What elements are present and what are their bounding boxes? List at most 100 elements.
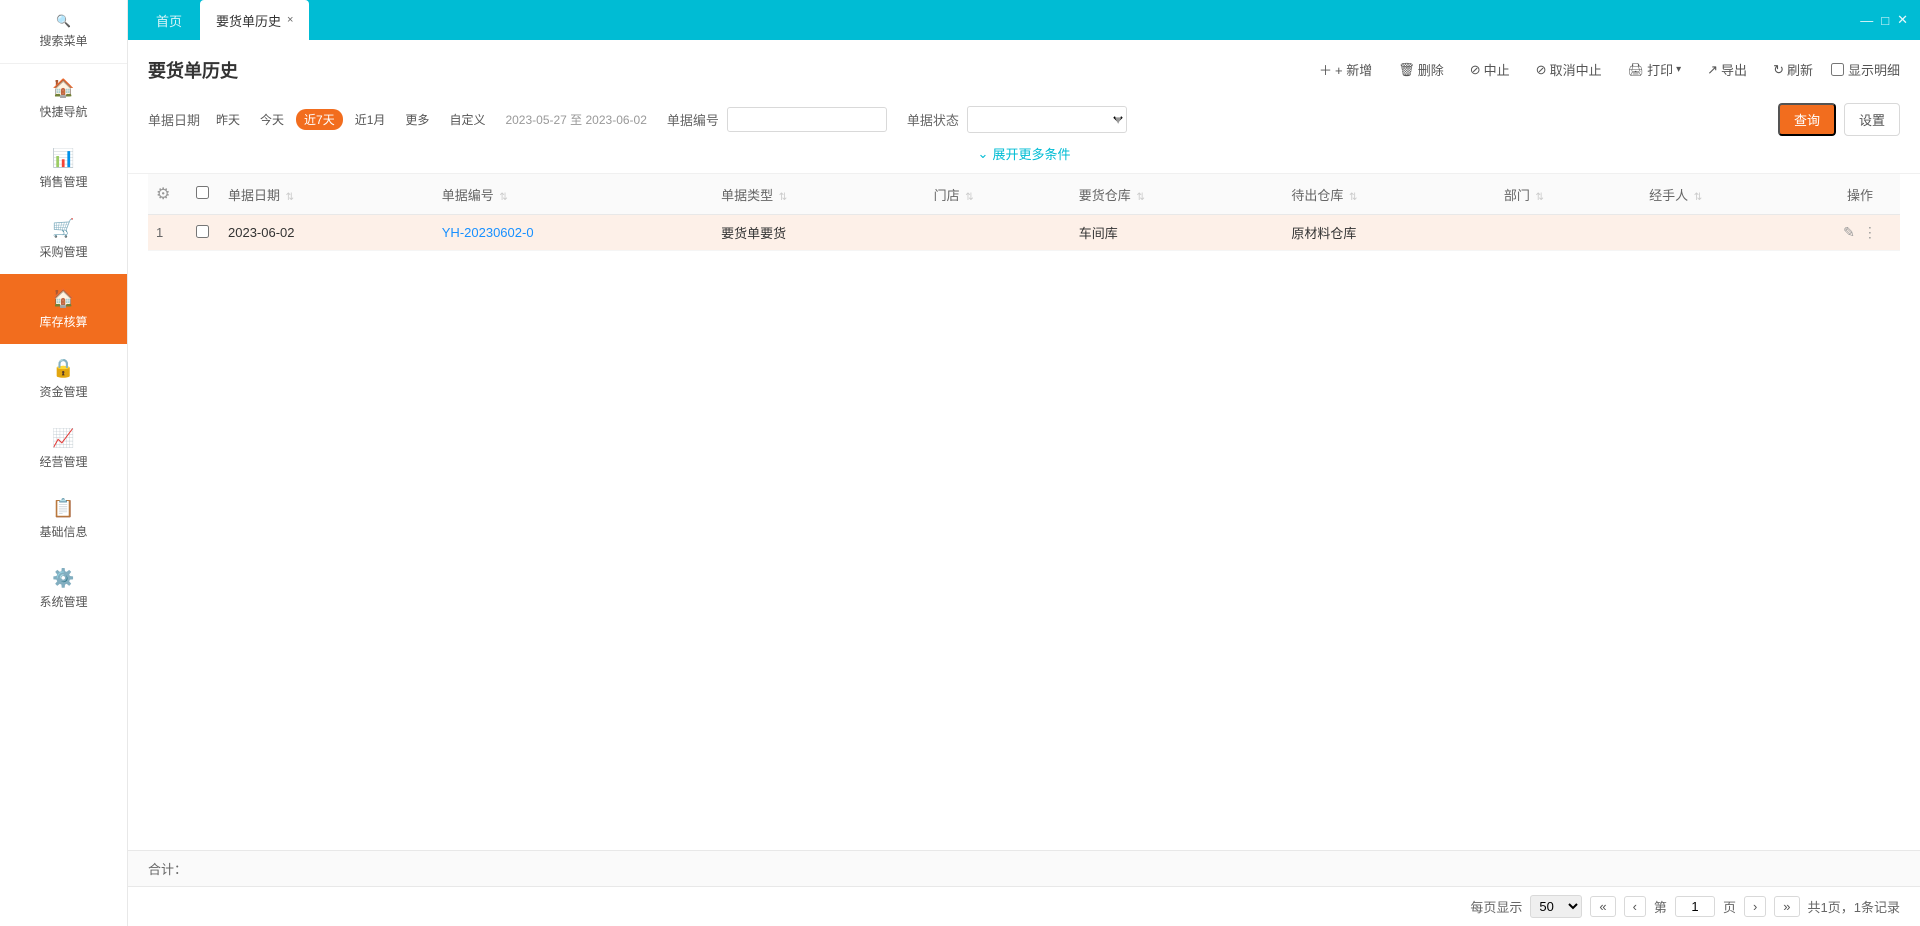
table-settings-icon[interactable]: ⚙ [156, 186, 170, 203]
purchase-icon: 🛒 [52, 218, 74, 239]
next-page-button[interactable]: › [1744, 896, 1766, 917]
th-pending-warehouse[interactable]: 待出仓库 ⇅ [1283, 174, 1496, 215]
th-doc-number[interactable]: 单据编号 ⇅ [434, 174, 713, 215]
date-btn-today[interactable]: 今天 [252, 109, 292, 130]
print-button[interactable]: 🖨 打印 ▾ [1620, 56, 1690, 83]
page-number-input[interactable] [1675, 896, 1715, 917]
export-button[interactable]: ↗ 导出 [1699, 56, 1755, 83]
page-header: 要货单历史 ＋ + 新增 🗑 删除 ⊘ 中止 ⊘ 取消中止 [128, 40, 1920, 93]
operations-icon: 📈 [52, 428, 74, 449]
inventory-icon: 🏠 [52, 288, 74, 309]
window-max-button[interactable]: □ [1881, 13, 1889, 28]
delete-button[interactable]: 🗑 删除 [1390, 56, 1452, 83]
settings-button[interactable]: 设置 [1844, 103, 1900, 136]
doc-number-link[interactable]: YH-20230602-0 [442, 225, 534, 240]
sidebar-search[interactable]: 🔍 搜索菜单 [0, 0, 127, 64]
display-detail-checkbox[interactable] [1831, 63, 1844, 76]
row-checkbox[interactable] [196, 225, 209, 238]
export-icon: ↗ [1707, 62, 1718, 78]
sales-icon: 📊 [52, 148, 74, 169]
sidebar-item-system[interactable]: ⚙️ 系统管理 [0, 554, 127, 624]
date-btn-7days[interactable]: 近7天 [296, 109, 343, 130]
sidebar-item-quick-nav[interactable]: 🏠 快捷导航 [0, 64, 127, 134]
home-icon: 🏠 [52, 78, 74, 99]
row-edit-icon[interactable]: ✎ [1843, 224, 1855, 241]
topbar: 首页 要货单历史 × — □ ✕ [128, 0, 1920, 40]
sort-icon: ⇅ [1349, 192, 1357, 203]
sidebar-item-finance[interactable]: 🔒 资金管理 [0, 344, 127, 414]
finance-icon: 🔒 [52, 358, 74, 379]
sidebar-item-label: 基础信息 [39, 523, 87, 540]
sidebar-item-basic[interactable]: 📋 基础信息 [0, 484, 127, 554]
sort-icon: ⇅ [1136, 192, 1144, 203]
content-area: 要货单历史 ＋ + 新增 🗑 删除 ⊘ 中止 ⊘ 取消中止 [128, 40, 1920, 926]
row-more-icon[interactable]: ⋮ [1863, 224, 1877, 241]
tab-doc-history[interactable]: 要货单历史 × [200, 0, 309, 40]
sidebar-item-inventory[interactable]: 🏠 库存核算 [0, 274, 127, 344]
th-doc-type[interactable]: 单据类型 ⇅ [713, 174, 926, 215]
page-size-select[interactable]: 10 20 50 100 [1530, 895, 1582, 918]
refresh-icon: ↻ [1773, 62, 1784, 78]
display-detail-toggle[interactable]: 显示明细 [1831, 60, 1900, 79]
new-button[interactable]: ＋ + 新增 [1311, 56, 1380, 83]
date-btn-more[interactable]: 更多 [397, 109, 437, 130]
summary-label: 合计： [148, 859, 187, 878]
window-close-button[interactable]: ✕ [1897, 12, 1908, 28]
sidebar-search-label: 搜索菜单 [39, 32, 87, 49]
th-department[interactable]: 部门 ⇅ [1496, 174, 1641, 215]
sidebar-item-sales[interactable]: 📊 销售管理 [0, 134, 127, 204]
sidebar-item-label: 系统管理 [39, 593, 87, 610]
stop-button[interactable]: ⊘ 中止 [1462, 56, 1518, 83]
date-btn-yesterday[interactable]: 昨天 [208, 109, 248, 130]
sidebar-item-label: 库存核算 [39, 313, 87, 330]
row-pending-warehouse: 原材料仓库 [1283, 215, 1496, 251]
prev-page-button[interactable]: ‹ [1624, 896, 1646, 917]
th-checkbox [188, 174, 220, 215]
tab-close-button[interactable]: × [287, 14, 293, 26]
data-table: ⚙ 单据日期 ⇅ 单据编号 ⇅ [148, 174, 1900, 251]
query-button[interactable]: 查询 [1778, 103, 1836, 136]
cancel-stop-icon: ⊘ [1536, 62, 1547, 78]
th-handler[interactable]: 经手人 ⇅ [1641, 174, 1820, 215]
date-btn-custom[interactable]: 自定义 [441, 109, 493, 130]
window-min-button[interactable]: — [1860, 13, 1873, 28]
date-filter-group: 单据日期 昨天 今天 近7天 近1月 更多 自定义 2023-05-27 至 2… [148, 109, 647, 130]
th-settings[interactable]: ⚙ [148, 174, 188, 215]
row-req-warehouse: 车间库 [1071, 215, 1284, 251]
sidebar-item-label: 采购管理 [39, 243, 87, 260]
filter-bar: 单据日期 昨天 今天 近7天 近1月 更多 自定义 2023-05-27 至 2… [128, 93, 1920, 174]
row-department [1496, 215, 1641, 251]
date-filter-label: 单据日期 [148, 110, 200, 129]
row-doc-date: 2023-06-02 [220, 215, 434, 251]
sidebar-item-label: 资金管理 [39, 383, 87, 400]
sidebar-item-purchase[interactable]: 🛒 采购管理 [0, 204, 127, 274]
tab-home[interactable]: 首页 [140, 0, 198, 40]
row-store [926, 215, 1071, 251]
status-label: 单据状态 [907, 110, 959, 129]
system-icon: ⚙️ [52, 568, 74, 589]
date-btn-1month[interactable]: 近1月 [347, 109, 394, 130]
status-select[interactable] [967, 106, 1127, 133]
doc-number-input[interactable] [727, 107, 887, 132]
last-page-button[interactable]: » [1774, 896, 1799, 917]
refresh-button[interactable]: ↻ 刷新 [1765, 56, 1821, 83]
th-doc-date[interactable]: 单据日期 ⇅ [220, 174, 434, 215]
basic-icon: 📋 [52, 498, 74, 519]
cancel-stop-button[interactable]: ⊘ 取消中止 [1528, 56, 1610, 83]
date-buttons: 昨天 今天 近7天 近1月 更多 自定义 [208, 109, 493, 130]
expand-more-button[interactable]: ⌄ 展开更多条件 [148, 144, 1900, 163]
sidebar-item-label: 销售管理 [39, 173, 87, 190]
first-page-button[interactable]: « [1590, 896, 1615, 917]
stop-icon: ⊘ [1470, 62, 1481, 78]
row-checkbox-cell [188, 215, 220, 251]
delete-icon: 🗑 [1398, 62, 1415, 78]
sidebar-item-operations[interactable]: 📈 经营管理 [0, 414, 127, 484]
table-body: 1 2023-06-02 YH-20230602-0 要货单要货 车间库 原材料… [148, 215, 1900, 251]
toolbar: ＋ + 新增 🗑 删除 ⊘ 中止 ⊘ 取消中止 🖨 打印 [1311, 56, 1900, 83]
th-store[interactable]: 门店 ⇅ [926, 174, 1071, 215]
select-all-checkbox[interactable] [196, 186, 209, 199]
sidebar-item-label: 快捷导航 [39, 103, 87, 120]
sidebar: 🔍 搜索菜单 🏠 快捷导航 📊 销售管理 🛒 采购管理 🏠 库存核算 🔒 资金管… [0, 0, 128, 926]
print-dropdown-icon: ▾ [1676, 64, 1681, 75]
th-req-warehouse[interactable]: 要货仓库 ⇅ [1071, 174, 1284, 215]
